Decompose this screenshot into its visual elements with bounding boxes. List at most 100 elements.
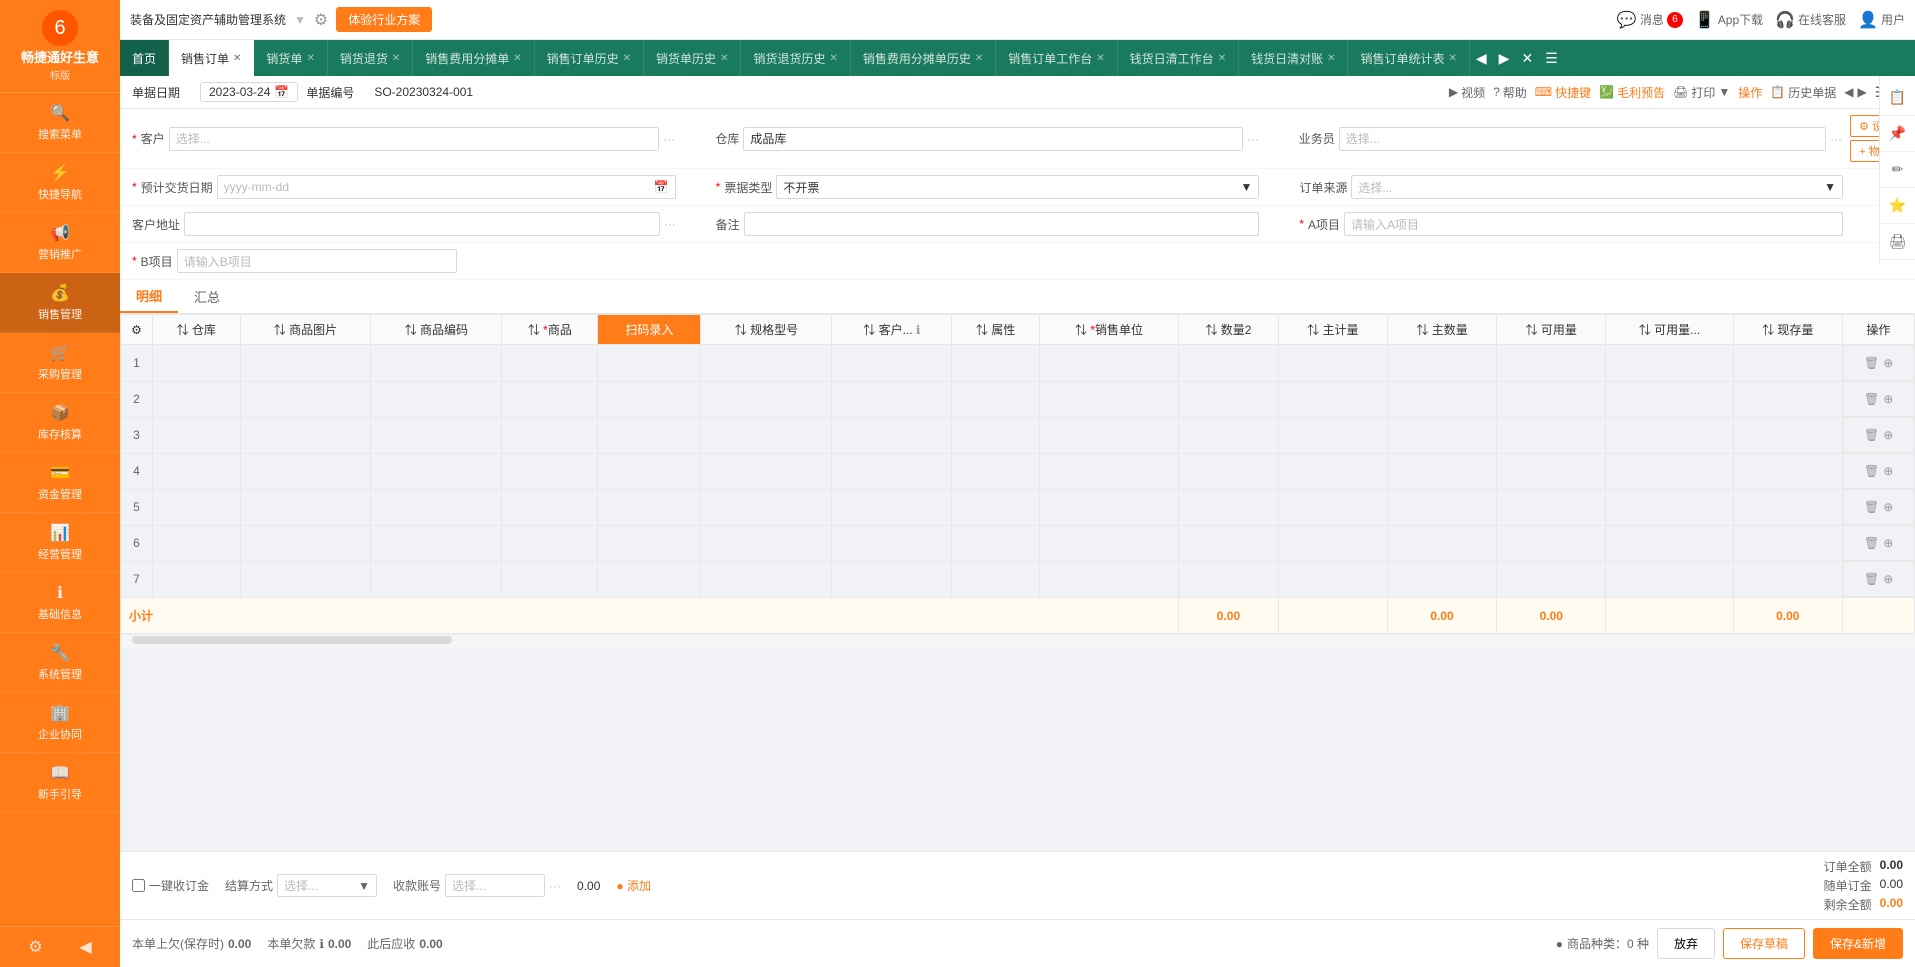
history-btn[interactable]: 📋 历史单据 [1770,84,1836,101]
invoice-select[interactable]: 不开票 ▼ [776,175,1259,199]
th-attribute[interactable]: ⇅ 属性 [952,315,1040,345]
th-available-more[interactable]: ⇅ 可用量... [1606,315,1733,345]
title-dropdown-icon[interactable]: ▼ [294,13,306,27]
tab-order-workbench-close[interactable]: ✕ [1096,53,1104,64]
row-2-stock-qty[interactable] [1733,381,1842,417]
row-1-spec[interactable] [701,345,832,382]
row-2-delete-icon[interactable]: 🗑 [1864,392,1879,406]
row-2-warehouse[interactable] [153,381,241,417]
row-2-image[interactable] [240,381,371,417]
user-item[interactable]: 👤 用户 [1858,10,1905,30]
shortcut-btn[interactable]: ⌨ 快捷键 [1535,84,1591,101]
row-2-scan[interactable] [598,381,701,417]
sidebar-item-purchase[interactable]: 🛒 采购管理 [0,333,120,393]
right-icon-4[interactable]: ⭐ [1880,188,1915,224]
row-1-avail-more[interactable] [1606,345,1733,382]
tab-sales-return-close[interactable]: ✕ [392,53,400,64]
sidebar-item-nav[interactable]: ⚡ 快捷导航 [0,153,120,213]
th-stock-qty[interactable]: ⇅ 现存量 [1733,315,1842,345]
row-1-qty2[interactable] [1179,345,1279,382]
row-1-main-qty[interactable] [1387,345,1496,382]
save-draft-button[interactable]: 保存草稿 [1723,928,1805,959]
scroll-indicator[interactable] [132,636,452,644]
sidebar-item-base[interactable]: ℹ 基础信息 [0,573,120,633]
sidebar-item-sales[interactable]: 💰 销售管理 [0,273,120,333]
sidebar-item-marketing[interactable]: 📢 营销推广 [0,213,120,273]
row-1-stock-qty[interactable] [1733,345,1842,382]
address-more-icon[interactable]: ··· [664,217,676,231]
row-1-scan[interactable] [598,345,701,382]
row-1-product[interactable] [502,345,598,382]
discard-button[interactable]: 放弃 [1657,928,1715,959]
right-icon-3[interactable]: ✏ [1880,152,1915,188]
tab-fee-history-close[interactable]: ✕ [975,53,983,64]
tab-sales-fee-close[interactable]: ✕ [513,53,521,64]
tab-menu-btn[interactable]: ☰ [1539,40,1564,76]
row-2-main-unit[interactable] [1278,381,1387,417]
sidebar-item-system[interactable]: 🔧 系统管理 [0,633,120,693]
th-main-unit[interactable]: ⇅ 主计量 [1278,315,1387,345]
th-product-image[interactable]: ⇅ 商品图片 [240,315,371,345]
tab-next-btn[interactable]: ▶ [1493,40,1516,76]
tab-return-history-close[interactable]: ✕ [829,53,837,64]
settings-bottom-icon[interactable]: ⚙ [28,937,42,957]
tab-invoice-history[interactable]: 销货单历史 ✕ [644,40,741,76]
tab-stats-close[interactable]: ✕ [1449,53,1457,64]
row-1-warehouse[interactable] [153,345,241,382]
tab-stats[interactable]: 销售订单统计表 ✕ [1348,40,1469,76]
trial-button[interactable]: 体验行业方案 [336,7,432,32]
row-1-main-unit[interactable] [1278,345,1387,382]
tab-sales-invoice-close[interactable]: ✕ [306,53,314,64]
th-scan[interactable]: 扫码录入 [598,315,701,345]
collapse-icon[interactable]: ◀ [79,937,91,957]
tab-reconcile[interactable]: 钱货日清对账 ✕ [1239,40,1348,76]
date-field[interactable]: 2023-03-24 📅 [200,82,298,102]
customer-more-icon[interactable]: ··· [663,132,675,146]
address-input[interactable] [184,212,660,236]
tab-return-history[interactable]: 销货退货历史 ✕ [741,40,850,76]
settle-checkbox-input[interactable] [132,879,145,892]
row-2-qty2[interactable] [1179,381,1279,417]
row-1-delete-icon[interactable]: 🗑 [1864,356,1879,370]
tab-daily-clear-close[interactable]: ✕ [1218,53,1226,64]
row-7-delete-icon[interactable]: 🗑 [1864,572,1879,586]
tab-reconcile-close[interactable]: ✕ [1327,53,1335,64]
b-project-input[interactable]: 请输入B项目 [177,249,457,273]
row-3-delete-icon[interactable]: 🗑 [1864,428,1879,442]
right-icon-2[interactable]: 📌 [1880,116,1915,152]
warehouse-input[interactable]: 成品库 [743,127,1242,151]
th-customer-code[interactable]: ⇅ 客户... ℹ [832,315,952,345]
sidebar-item-guide[interactable]: 📖 新手引导 [0,753,120,813]
customer-input[interactable]: 选择... [169,127,660,151]
th-spec[interactable]: ⇅ 规格型号 [701,315,832,345]
th-available-qty[interactable]: ⇅ 可用量 [1497,315,1606,345]
print-btn[interactable]: 🖨 打印 ▼ [1673,84,1730,101]
row-6-copy-icon[interactable]: ⊕ [1883,536,1893,550]
sidebar-item-operations[interactable]: 📊 经营管理 [0,513,120,573]
staff-input[interactable]: 选择... [1339,127,1826,151]
sidebar-item-search[interactable]: 🔍 搜索菜单 [0,93,120,153]
tab-invoice-history-close[interactable]: ✕ [720,53,728,64]
row-1-attribute[interactable] [952,345,1040,382]
tab-home[interactable]: 首页 [120,40,169,76]
row-3-copy-icon[interactable]: ⊕ [1883,428,1893,442]
row-1-customer-code[interactable] [832,345,952,382]
receipt-more-icon[interactable]: ··· [549,879,561,893]
a-project-input[interactable]: 请输入A项目 [1344,212,1843,236]
row-1-copy-icon[interactable]: ⊕ [1883,356,1893,370]
row-2-customer-code[interactable] [832,381,952,417]
current-credit-info-icon[interactable]: ℹ [319,937,324,951]
sidebar-item-finance[interactable]: 💳 资金管理 [0,453,120,513]
tab-fee-history[interactable]: 销售费用分摊单历史 ✕ [851,40,996,76]
settle-method-select[interactable]: 选择... ▼ [277,874,377,897]
th-product-name[interactable]: ⇅ *商品 [502,315,598,345]
warehouse-more-icon[interactable]: ··· [1247,132,1259,146]
row-1-image[interactable] [240,345,371,382]
row-2-avail-more[interactable] [1606,381,1733,417]
right-icon-1[interactable]: 📋 [1880,80,1915,116]
nav-prev-icon[interactable]: ◀ [1844,85,1853,99]
row-5-delete-icon[interactable]: 🗑 [1864,500,1879,514]
row-4-copy-icon[interactable]: ⊕ [1883,464,1893,478]
staff-more-icon[interactable]: ··· [1830,132,1842,146]
row-2-copy-icon[interactable]: ⊕ [1883,392,1893,406]
